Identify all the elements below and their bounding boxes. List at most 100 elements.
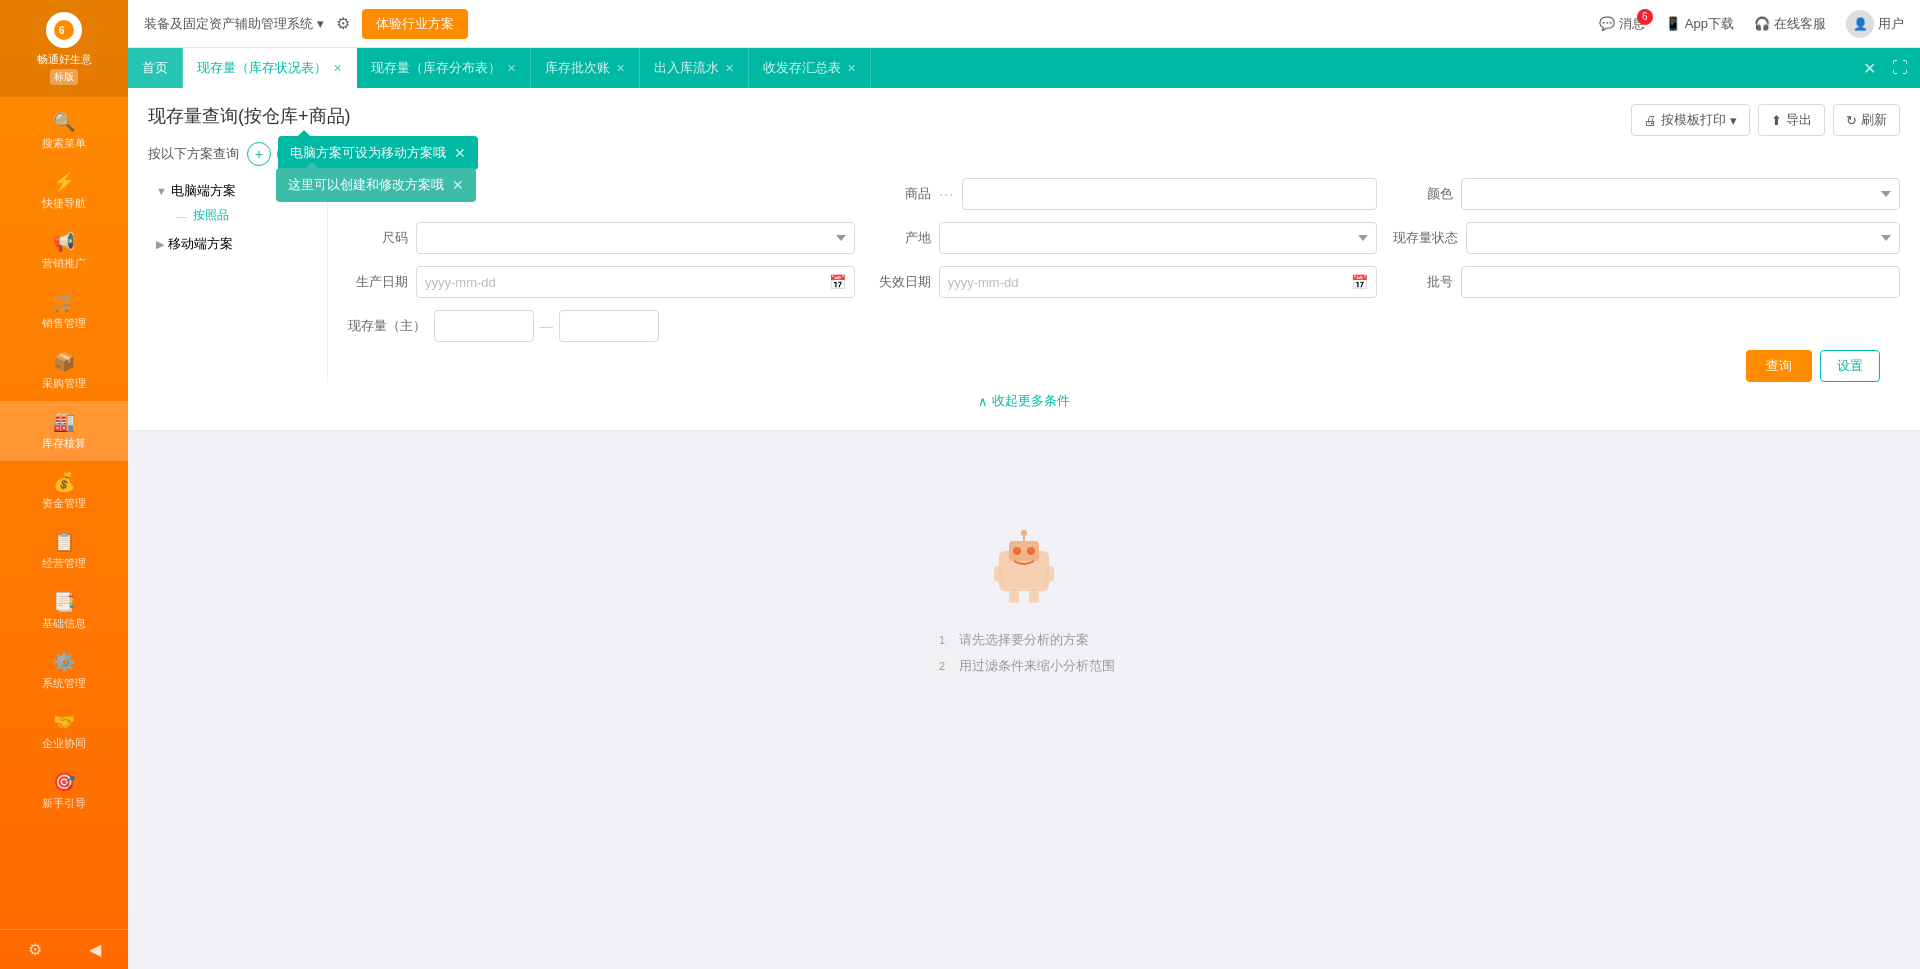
tab-batch-account[interactable]: 库存批次账 ✕: [531, 48, 640, 88]
refresh-btn[interactable]: ↻ 刷新: [1833, 104, 1900, 136]
tip-num-2: 2: [933, 657, 951, 675]
goods-input[interactable]: [962, 178, 1378, 210]
sidebar-item-operations[interactable]: 📋 经营管理: [0, 521, 128, 581]
user-area[interactable]: 👤 用户: [1846, 10, 1904, 38]
empty-state: 1 请先选择要分析的方案 2 用过滤条件来缩小分析范围: [128, 431, 1920, 763]
search-btns: 查询 设置: [348, 350, 1900, 382]
sidebar-item-guide[interactable]: 🎯 新手引导: [0, 761, 128, 821]
sidebar-item-label: 经营管理: [42, 556, 86, 571]
sidebar-settings-btn[interactable]: ⚙: [28, 940, 42, 959]
message-badge: 6: [1637, 9, 1653, 25]
setting-btn[interactable]: 设置: [1820, 350, 1880, 382]
tab-close-all-btn[interactable]: ✕: [1859, 55, 1880, 82]
svg-rect-9: [1029, 589, 1039, 603]
sidebar-item-enterprise[interactable]: 🤝 企业协同: [0, 701, 128, 761]
tab-in-out-flow[interactable]: 出入库流水 ✕: [640, 48, 749, 88]
sidebar-item-quicknav[interactable]: ⚡ 快捷导航: [0, 161, 128, 221]
sidebar-item-inventory[interactable]: 🏭 库存核算: [0, 401, 128, 461]
service-label: 在线客服: [1774, 15, 1826, 33]
marketing-icon: 📢: [53, 231, 75, 253]
template-print-btn[interactable]: 🖨 按模板打印 ▾: [1631, 104, 1750, 136]
logo-text: 畅通好生意: [37, 52, 92, 67]
scheme-popup-close-btn[interactable]: ✕: [454, 145, 466, 161]
goods-dots-icon[interactable]: ···: [939, 184, 954, 205]
pc-scheme-child[interactable]: — 按照品: [168, 204, 319, 227]
status-select[interactable]: [1466, 222, 1900, 254]
range-sep: —: [540, 319, 553, 334]
exp-date-input[interactable]: yyyy-mm-dd 📅: [939, 266, 1378, 298]
origin-label: 产地: [871, 229, 931, 247]
batch-label: 批号: [1393, 273, 1453, 291]
sidebar-item-finance[interactable]: 💰 资金管理: [0, 461, 128, 521]
industry-btn[interactable]: 体验行业方案: [362, 9, 468, 39]
origin-select[interactable]: [939, 222, 1378, 254]
app-download-btn[interactable]: 📱 App下载: [1665, 15, 1734, 33]
pc-scheme-label: 电脑端方案: [171, 182, 236, 200]
settings-icon[interactable]: ⚙: [336, 14, 350, 33]
tab-close-icon[interactable]: ✕: [333, 62, 342, 75]
tab-close-icon[interactable]: ✕: [507, 62, 516, 75]
system-name-dropdown[interactable]: 装备及固定资产辅助管理系统 ▾: [144, 15, 324, 33]
tabbar-right: ✕ ⛶: [1859, 55, 1920, 82]
refresh-label: 刷新: [1861, 111, 1887, 129]
app-icon: 📱: [1665, 16, 1681, 31]
pc-scheme-arrow: ▼: [156, 185, 167, 197]
sidebar-item-basic[interactable]: 📑 基础信息: [0, 581, 128, 641]
system-name: 装备及固定资产辅助管理系统: [144, 15, 313, 33]
scheme-edit-close-btn[interactable]: ✕: [452, 177, 464, 193]
sidebar-item-label: 销售管理: [42, 316, 86, 331]
print-icon: 🖨: [1644, 113, 1657, 128]
color-select[interactable]: [1461, 178, 1900, 210]
filter-row-3: 生产日期 yyyy-mm-dd 📅 失效日期 yyyy-mm-dd 📅: [348, 266, 1900, 298]
export-btn[interactable]: ⬆ 导出: [1758, 104, 1825, 136]
search-icon: 🔍: [53, 111, 75, 133]
child-icon: —: [176, 210, 187, 222]
filter-row-2: 尺码 产地 现存量状态: [348, 222, 1900, 254]
refresh-icon: ↻: [1846, 113, 1857, 128]
sidebar-collapse-btn[interactable]: ◀: [89, 940, 101, 959]
exp-date-placeholder: yyyy-mm-dd: [948, 275, 1019, 290]
page-actions: 🖨 按模板打印 ▾ ⬆ 导出 ↻ 刷新: [1631, 104, 1900, 136]
user-name: 用户: [1878, 15, 1904, 33]
filter-item-size: 尺码: [348, 222, 855, 254]
tab-maximize-btn[interactable]: ⛶: [1888, 55, 1912, 81]
svg-point-4: [1013, 547, 1021, 555]
qty-min-input[interactable]: [434, 310, 534, 342]
export-icon: ⬆: [1771, 113, 1782, 128]
message-btn[interactable]: 💬 消息 6: [1599, 15, 1645, 33]
topbar-left: 装备及固定资产辅助管理系统 ▾ ⚙ 体验行业方案: [144, 9, 468, 39]
empty-tip-1: 1 请先选择要分析的方案: [933, 631, 1115, 649]
sidebar-item-marketing[interactable]: 📢 营销推广: [0, 221, 128, 281]
sidebar-item-purchase[interactable]: 📦 采购管理: [0, 341, 128, 401]
size-select[interactable]: [416, 222, 855, 254]
collapse-bar[interactable]: ∧ 收起更多条件: [148, 382, 1900, 414]
tab-inventory-status[interactable]: 现存量（库存状况表） ✕: [183, 48, 357, 88]
batch-input[interactable]: [1461, 266, 1900, 298]
search-btn[interactable]: 查询: [1746, 350, 1812, 382]
qty-range: —: [434, 310, 1900, 342]
filter-row-1: 商品 ··· 颜色: [348, 178, 1900, 210]
sidebar-item-system[interactable]: ⚙️ 系统管理: [0, 641, 128, 701]
filter-item-color: 颜色: [1393, 178, 1900, 210]
dropdown-icon: ▾: [1730, 113, 1737, 128]
tab-collect-summary[interactable]: 收发存汇总表 ✕: [749, 48, 871, 88]
tab-close-icon[interactable]: ✕: [616, 62, 625, 75]
tab-close-icon[interactable]: ✕: [725, 62, 734, 75]
sidebar-item-search[interactable]: 🔍 搜索菜单: [0, 101, 128, 161]
scheme-tree: ▼ 电脑端方案 — 按照品 ▶ 移动端方案: [148, 178, 328, 382]
filter-item-status: 现存量状态: [1393, 222, 1900, 254]
sidebar-item-sales[interactable]: 🛒 销售管理: [0, 281, 128, 341]
tab-home[interactable]: 首页: [128, 48, 183, 88]
qty-max-input[interactable]: [559, 310, 659, 342]
add-scheme-btn[interactable]: +: [247, 142, 271, 166]
filter-item-prod-date: 生产日期 yyyy-mm-dd 📅: [348, 266, 855, 298]
service-icon: 🎧: [1754, 16, 1770, 31]
calendar-icon: 📅: [829, 274, 846, 290]
tip-text-1: 请先选择要分析的方案: [959, 631, 1089, 649]
mobile-scheme-group[interactable]: ▶ 移动端方案: [148, 231, 319, 257]
online-service-btn[interactable]: 🎧 在线客服: [1754, 15, 1826, 33]
prod-date-input[interactable]: yyyy-mm-dd 📅: [416, 266, 855, 298]
tab-inventory-dist[interactable]: 现存量（库存分布表） ✕: [357, 48, 531, 88]
tab-close-icon[interactable]: ✕: [847, 62, 856, 75]
sidebar-item-label: 系统管理: [42, 676, 86, 691]
